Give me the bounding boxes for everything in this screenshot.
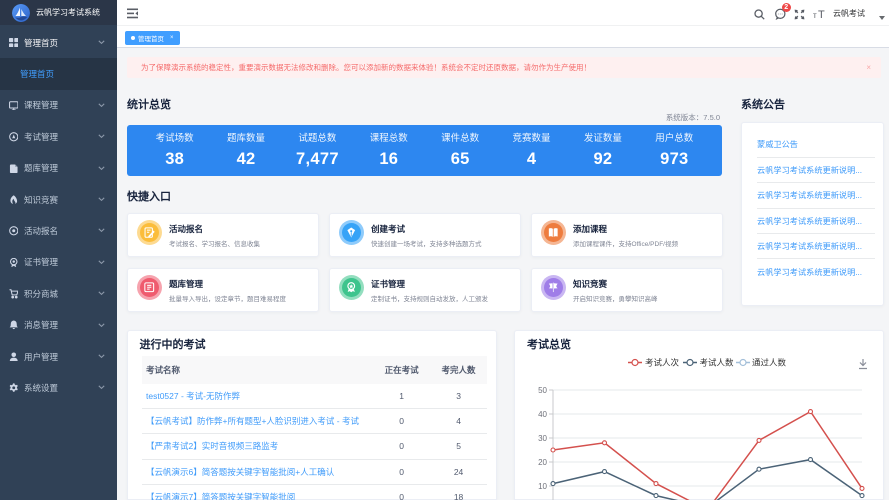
svg-text:50: 50 — [538, 386, 547, 395]
svg-text:т: т — [813, 11, 817, 20]
svg-text:30: 30 — [538, 434, 547, 443]
svg-text:通过人数: 通过人数 — [752, 358, 787, 368]
svg-text:20: 20 — [538, 458, 547, 467]
svg-text:T: T — [818, 9, 825, 20]
svg-text:考试人数: 考试人数 — [700, 358, 735, 368]
svg-text:考试人次: 考试人次 — [645, 358, 680, 368]
svg-text:10: 10 — [538, 482, 547, 491]
svg-text:40: 40 — [538, 410, 547, 419]
